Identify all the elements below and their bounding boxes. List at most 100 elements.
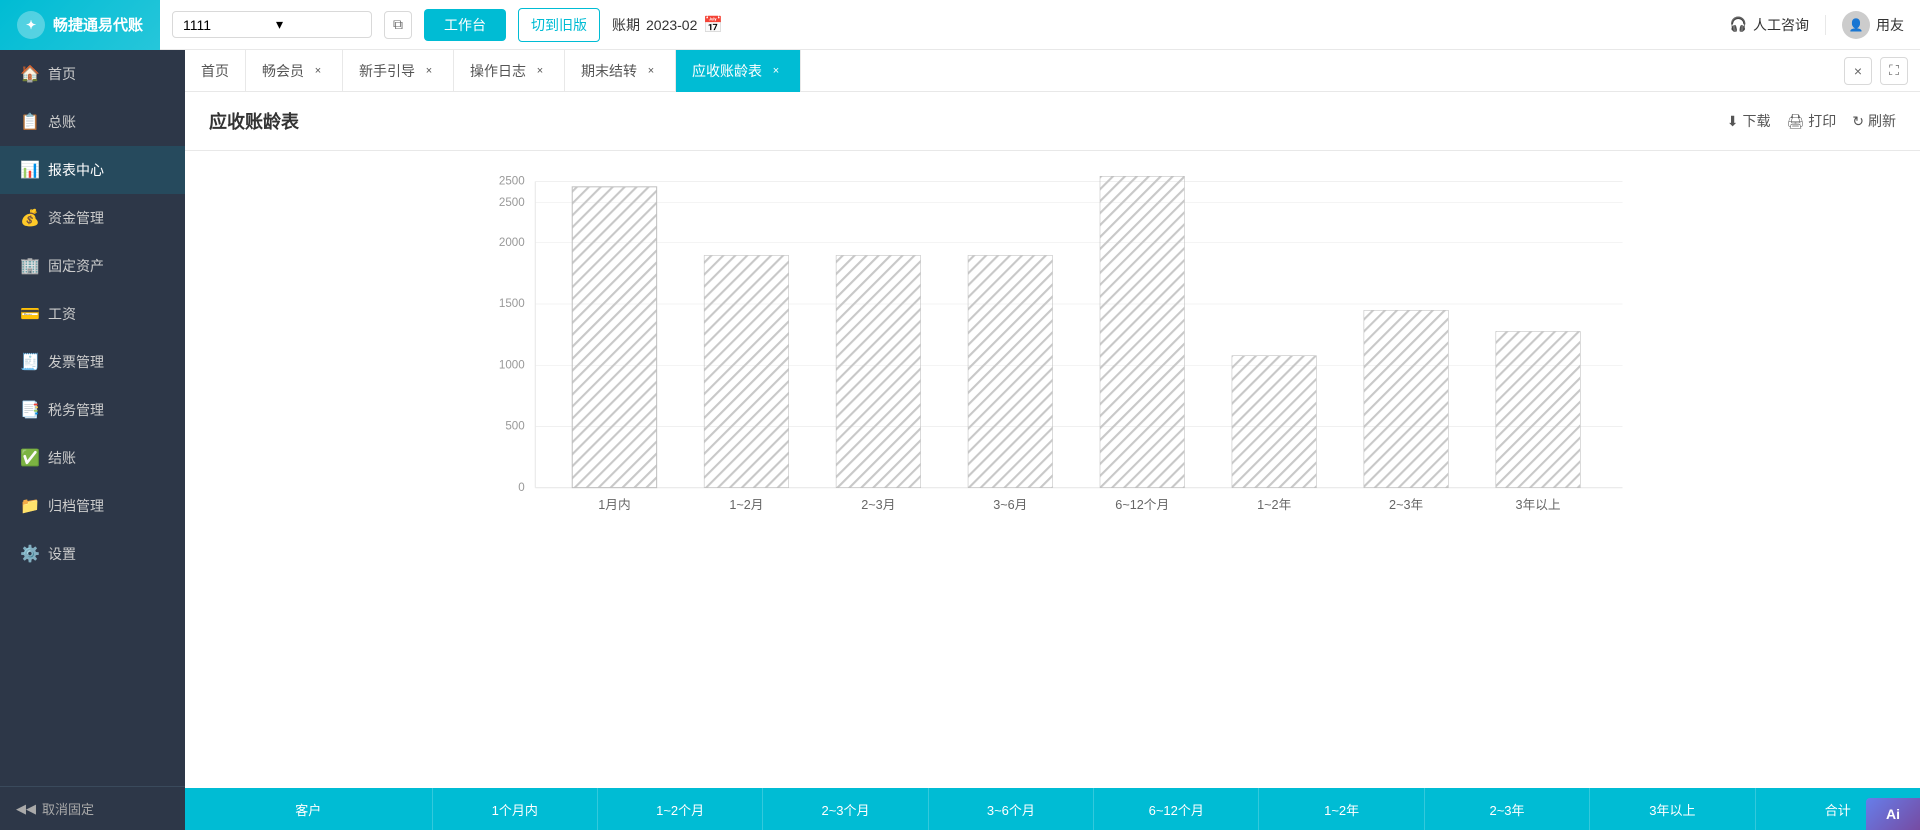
sidebar-label-1: 总账 [48,112,76,132]
svg-text:2~3月: 2~3月 [861,498,895,512]
sidebar-icon-9: 📁 [20,496,38,516]
app-header: ✦ 畅捷通易代账 1111 ▾ ⧉ 工作台 切到旧版 账期 2023-02 📅 … [0,0,1920,50]
switch-version-button[interactable]: 切到旧版 [518,8,600,42]
period-label: 账期 [612,15,640,35]
sidebar-icon-3: 💰 [20,208,38,228]
svg-text:0: 0 [518,481,524,494]
user-menu[interactable]: 👤 用友 [1842,11,1904,39]
tab-close-2[interactable]: × [421,63,437,79]
sidebar-icon-5: 💳 [20,304,38,324]
header-divider [1825,15,1826,35]
ai-badge[interactable]: Ai [1866,798,1920,830]
avatar: 👤 [1842,11,1870,39]
app-logo: ✦ 畅捷通易代账 [0,0,160,50]
sidebar-item-固定资产[interactable]: 🏢 固定资产 [0,242,185,290]
chevron-down-icon: ▾ [276,16,361,33]
page-content: 应收账龄表 ⬇ 下载 🖨 打印 ↻ 刷新 [185,92,1920,830]
pin-icon: ◀◀ [16,801,36,817]
sidebar-label-8: 结账 [48,448,76,468]
refresh-button[interactable]: ↻ 刷新 [1852,111,1896,131]
page-title: 应收账龄表 [209,108,299,134]
svg-text:2~3年: 2~3年 [1389,498,1423,512]
copy-button[interactable]: ⧉ [384,11,412,39]
print-icon: 🖨 [1786,113,1804,130]
content-area: 首页畅会员×新手引导×操作日志×期末结转×应收账龄表× × ⛶ 应收账龄表 ⬇ … [185,50,1920,830]
sidebar-icon-2: 📊 [20,160,38,180]
svg-text:2500: 2500 [499,196,525,209]
page-header: 应收账龄表 ⬇ 下载 🖨 打印 ↻ 刷新 [185,92,1920,151]
page-actions: ⬇ 下载 🖨 打印 ↻ 刷新 [1727,111,1896,131]
user-name: 用友 [1876,15,1904,35]
tab-label-2: 新手引导 [359,61,415,81]
table-header-6~12个月: 6~12个月 [1094,788,1259,830]
tab-close-5[interactable]: × [768,63,784,79]
svg-text:1500: 1500 [499,297,525,310]
table-header-1~2年: 1~2年 [1259,788,1424,830]
tab-label-1: 畅会员 [262,61,304,81]
table-header-1~2个月: 1~2个月 [598,788,763,830]
svg-text:3年以上: 3年以上 [1516,498,1561,512]
download-label: 下载 [1742,111,1770,131]
consult-button[interactable]: 🎧 人工咨询 [1730,15,1809,35]
sidebar-item-总账[interactable]: 📋 总账 [0,98,185,146]
sidebar-item-发票管理[interactable]: 🧾 发票管理 [0,338,185,386]
refresh-icon: ↻ [1852,113,1864,130]
tab-新手引导[interactable]: 新手引导 × [343,50,454,92]
tab-期末结转[interactable]: 期末结转× [565,50,676,92]
sidebar-icon-10: ⚙️ [20,544,38,564]
tab-close-1[interactable]: × [310,63,326,79]
tab-操作日志[interactable]: 操作日志× [454,50,565,92]
logo-icon: ✦ [17,11,45,39]
svg-text:2000: 2000 [499,236,525,249]
tab-close-4[interactable]: × [643,63,659,79]
sidebar-label-3: 资金管理 [48,208,104,228]
table-header-3年以上: 3年以上 [1590,788,1755,830]
print-button[interactable]: 🖨 打印 [1786,111,1836,131]
header-right: 🎧 人工咨询 👤 用友 [1730,11,1904,39]
sidebar-label-6: 发票管理 [48,352,104,372]
tab-label-0: 首页 [201,61,229,81]
tab-首页[interactable]: 首页 [185,50,246,92]
sidebar-item-资金管理[interactable]: 💰 资金管理 [0,194,185,242]
sidebar-label-5: 工资 [48,304,76,324]
bar-chart: 0 500 1000 1500 2000 2500 2500 [215,171,1890,551]
svg-text:500: 500 [505,420,524,433]
logo-text: 畅捷通易代账 [53,14,143,35]
sidebar-icon-8: ✅ [20,448,38,468]
sidebar-label-4: 固定资产 [48,256,104,276]
tab-close-3[interactable]: × [532,63,548,79]
table-header-客户: 客户 [185,788,433,830]
svg-text:1000: 1000 [499,358,525,371]
copy-icon: ⧉ [393,16,403,33]
expand-tabs-button[interactable]: ⛶ [1880,57,1908,85]
calendar-icon[interactable]: 📅 [703,15,723,35]
sidebar-label-0: 首页 [48,64,76,84]
svg-text:2500: 2500 [499,175,525,188]
workbench-button[interactable]: 工作台 [424,9,506,41]
sidebar-item-结账[interactable]: ✅ 结账 [0,434,185,482]
sidebar-item-税务管理[interactable]: 📑 税务管理 [0,386,185,434]
tab-应收账龄表[interactable]: 应收账龄表 × [676,50,801,92]
tabs-bar: 首页畅会员×新手引导×操作日志×期末结转×应收账龄表× × ⛶ [185,50,1920,92]
table-header-3~6个月: 3~6个月 [929,788,1094,830]
period-info: 账期 2023-02 📅 [612,15,723,35]
cancel-pin-button[interactable]: ◀◀ 取消固定 [0,786,185,830]
sidebar: 🏠 首页 📋 总账 📊 报表中心 💰 资金管理 🏢 固定资产 💳 工资 🧾 发票… [0,50,185,830]
download-icon: ⬇ [1727,113,1739,130]
sidebar-item-报表中心[interactable]: 📊 报表中心 [0,146,185,194]
svg-text:6~12个月: 6~12个月 [1115,498,1169,512]
sidebar-item-设置[interactable]: ⚙️ 设置 [0,530,185,578]
sidebar-item-首页[interactable]: 🏠 首页 [0,50,185,98]
company-selector[interactable]: 1111 ▾ [172,11,372,38]
sidebar-label-7: 税务管理 [48,400,104,420]
tab-label-5: 应收账龄表 [692,61,762,81]
table-header-2~3年: 2~3年 [1425,788,1590,830]
close-all-tabs-button[interactable]: × [1844,57,1872,85]
consult-label: 人工咨询 [1753,15,1809,35]
table-header-2~3个月: 2~3个月 [763,788,928,830]
sidebar-item-归档管理[interactable]: 📁 归档管理 [0,482,185,530]
tab-畅会员[interactable]: 畅会员 × [246,50,343,92]
print-label: 打印 [1808,111,1836,131]
sidebar-item-工资[interactable]: 💳 工资 [0,290,185,338]
download-button[interactable]: ⬇ 下载 [1727,111,1771,131]
